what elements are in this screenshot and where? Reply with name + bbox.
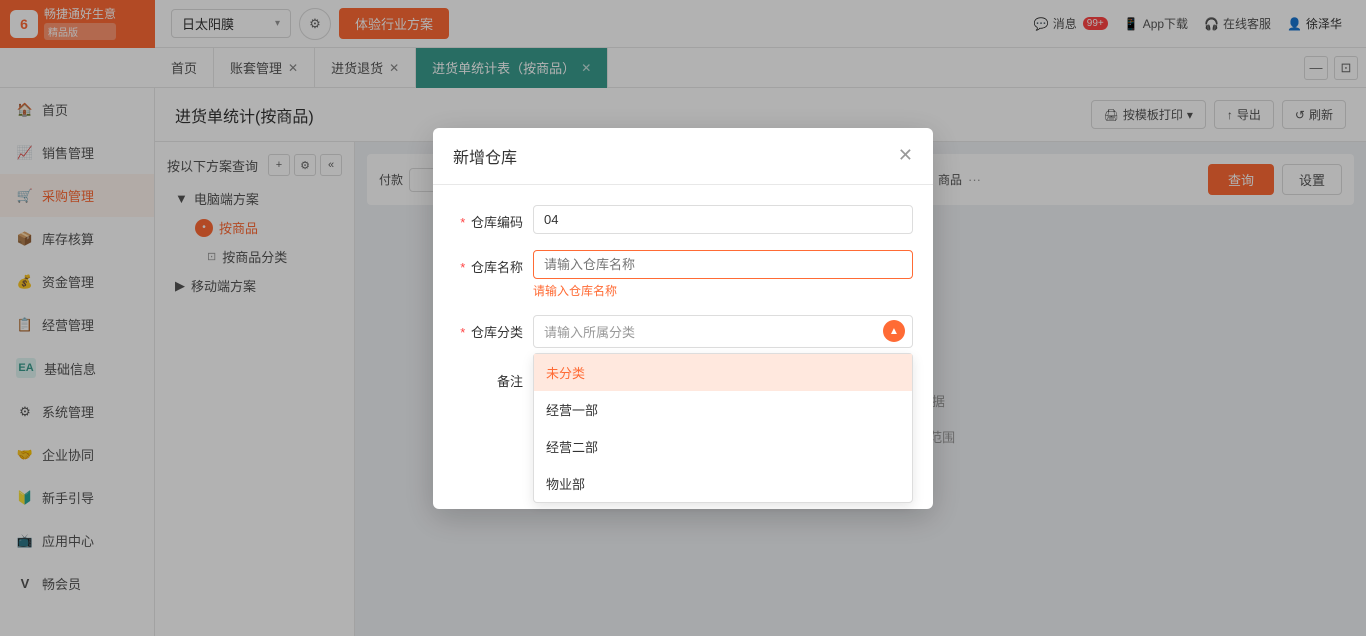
- category-option-3[interactable]: 物业部: [534, 465, 912, 502]
- add-warehouse-modal: 新增仓库 ✕ * 仓库编码 * 仓库名称: [433, 128, 933, 509]
- modal-body: * 仓库编码 * 仓库名称 请输入仓库名称: [433, 185, 933, 427]
- warehouse-code-row: * 仓库编码: [453, 205, 913, 234]
- name-label: * 仓库名称: [453, 250, 533, 276]
- name-required-icon: *: [460, 260, 465, 275]
- name-input[interactable]: [533, 250, 913, 279]
- warehouse-name-row: * 仓库名称 请输入仓库名称: [453, 250, 913, 299]
- category-select[interactable]: 请输入所属分类: [533, 315, 913, 348]
- name-error-msg: 请输入仓库名称: [533, 282, 913, 299]
- modal-header: 新增仓库 ✕: [433, 128, 933, 185]
- code-label: * 仓库编码: [453, 205, 533, 231]
- category-option-2[interactable]: 经营二部: [534, 428, 912, 465]
- code-input-wrap: [533, 205, 913, 234]
- name-input-wrap: 请输入仓库名称: [533, 250, 913, 299]
- modal-title: 新增仓库: [453, 144, 517, 168]
- code-required-icon: *: [460, 215, 465, 230]
- category-select-wrap: 请输入所属分类 ▲ 未分类 经营一部 经营二部 物业部: [533, 315, 913, 348]
- chevron-up-icon: ▲: [889, 326, 899, 337]
- category-option-1[interactable]: 经营一部: [534, 391, 912, 428]
- remark-label: 备注: [453, 364, 533, 390]
- category-required-icon: *: [460, 325, 465, 340]
- category-placeholder: 请输入所属分类: [544, 322, 635, 341]
- category-dropdown: 未分类 经营一部 经营二部 物业部: [533, 353, 913, 503]
- code-input[interactable]: [533, 205, 913, 234]
- category-label: * 仓库分类: [453, 315, 533, 341]
- category-option-0[interactable]: 未分类: [534, 354, 912, 391]
- warehouse-category-row: * 仓库分类 请输入所属分类 ▲ 未分类 经营一部 经营二部 物业部: [453, 315, 913, 348]
- category-toggle-icon[interactable]: ▲: [883, 320, 905, 342]
- modal-overlay[interactable]: 新增仓库 ✕ * 仓库编码 * 仓库名称: [0, 0, 1366, 636]
- modal-close-icon[interactable]: ✕: [898, 145, 913, 166]
